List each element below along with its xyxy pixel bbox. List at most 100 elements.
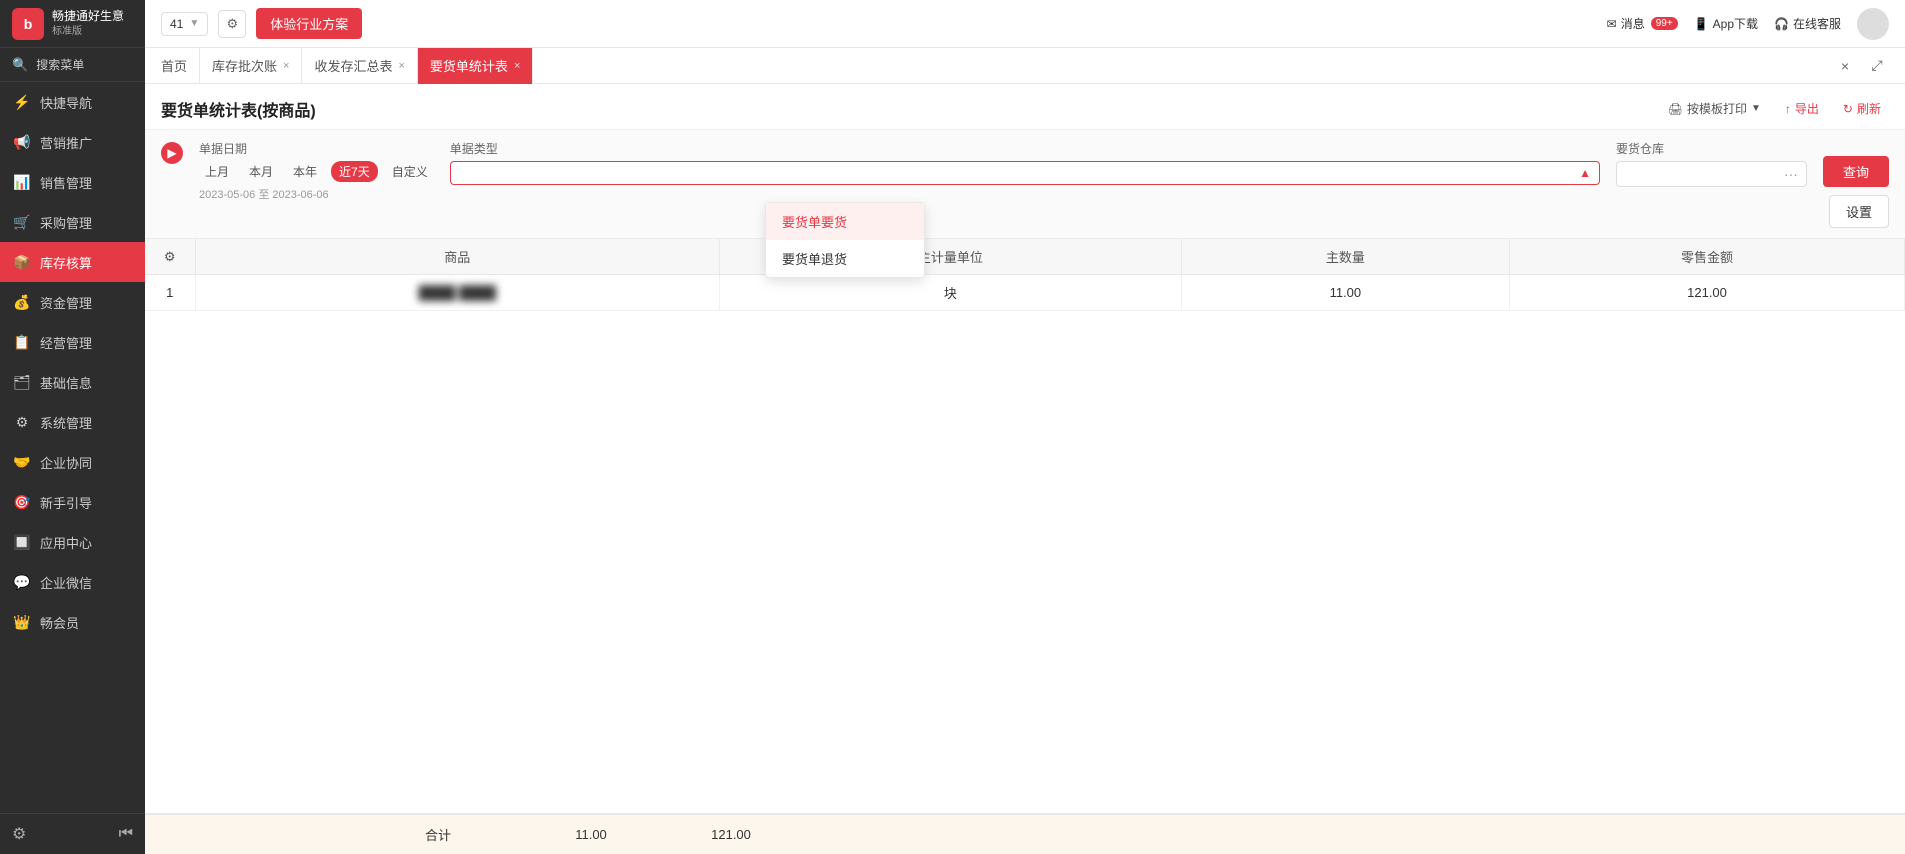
quick-icon: ⚡ (12, 92, 32, 112)
gear-icon: ⚙ (226, 16, 238, 32)
sidebar-header: b 畅捷通好生意 标准版 (0, 0, 145, 48)
date-options: 上月 本月 本年 近7天 自定义 (199, 161, 434, 182)
col-amount: 零售金额 (1510, 239, 1905, 275)
finance-icon: 💰 (12, 292, 32, 312)
query-button[interactable]: 查询 (1823, 156, 1889, 187)
app-title: 畅捷通好生意 标准版 (52, 9, 124, 38)
date-this-year[interactable]: 本年 (287, 161, 323, 182)
message-icon: ✉ (1607, 17, 1617, 31)
tab-receivable-summary-close[interactable]: × (398, 60, 404, 72)
footer-amount: 121.00 (691, 827, 771, 842)
settings-button[interactable]: 设置 (1829, 195, 1889, 228)
enterprise-icon: 🤝 (12, 452, 32, 472)
basic-icon: 🗂 (12, 372, 32, 392)
footer-quantity: 11.00 (551, 827, 631, 842)
date-filter-label: 单据日期 (199, 140, 434, 157)
marketing-icon: 📢 (12, 132, 32, 152)
sidebar-item-inventory[interactable]: 📦 库存核算 (0, 242, 145, 282)
type-filter-input-wrapper[interactable]: ▲ (450, 161, 1600, 185)
sidebar-item-sales[interactable]: 📊 销售管理 (0, 162, 145, 202)
tab-order-stats[interactable]: 要货单统计表 × (418, 48, 533, 84)
purchase-icon: 🛒 (12, 212, 32, 232)
appstore-icon: 🔲 (12, 532, 32, 552)
warehouse-filter-label: 要货仓库 (1616, 140, 1807, 157)
sidebar-item-guide[interactable]: 🎯 新手引导 (0, 482, 145, 522)
inventory-icon: 📦 (12, 252, 32, 272)
filter-actions: 查询 设置 (1823, 156, 1889, 228)
system-icon: ⚙ (12, 412, 32, 432)
gear-button[interactable]: ⚙ (218, 10, 246, 38)
type-filter-input[interactable] (459, 166, 1579, 180)
close-all-btn[interactable]: × (1833, 54, 1857, 78)
topbar-right: ✉ 消息 99+ 📱 App下载 🎧 在线客服 (1607, 8, 1889, 40)
main-area: 41 ▼ ⚙ 体验行业方案 ✉ 消息 99+ 📱 App下载 🎧 在线客服 (145, 0, 1905, 854)
date-last-month[interactable]: 上月 (199, 161, 235, 182)
sidebar-item-marketing[interactable]: 📢 营销推广 (0, 122, 145, 162)
store-selector[interactable]: 41 ▼ (161, 12, 208, 36)
warehouse-input-wrapper[interactable]: ··· (1616, 161, 1807, 187)
maximize-btn[interactable]: ⤢ (1865, 54, 1889, 78)
messages-item[interactable]: ✉ 消息 99+ (1607, 15, 1678, 32)
col-settings[interactable]: ⚙ (145, 239, 195, 275)
topbar-left: 41 ▼ ⚙ 体验行业方案 (161, 8, 362, 39)
sidebar-item-vip[interactable]: 👑 畅会员 (0, 602, 145, 642)
tab-inventory-batch[interactable]: 库存批次账 × (200, 48, 302, 84)
type-filter-group: 单据类型 ▲ (450, 140, 1600, 185)
trial-button[interactable]: 体验行业方案 (256, 8, 362, 39)
online-service-item[interactable]: 🎧 在线客服 (1774, 15, 1841, 32)
export-icon: ↑ (1785, 102, 1791, 116)
dropdown-item-order-goods[interactable]: 要货单要货 (766, 203, 924, 240)
messages-badge: 99+ (1651, 17, 1678, 30)
chevron-down-icon: ▼ (189, 18, 199, 29)
warehouse-filter-group: 要货仓库 ··· (1616, 140, 1807, 187)
tabs-actions: × ⤢ (1833, 54, 1889, 78)
sidebar-footer: ⚙ ⏮ (0, 813, 145, 854)
app-download-item[interactable]: 📱 App下载 (1694, 15, 1758, 32)
sidebar-item-system[interactable]: ⚙ 系统管理 (0, 402, 145, 442)
page-content: 要货单统计表(按商品) 🖨 按模板打印 ▼ ↑ 导出 ↻ 刷新 ▶ (145, 84, 1905, 854)
vip-icon: 👑 (12, 612, 32, 632)
settings-icon[interactable]: ⚙ (12, 824, 26, 844)
page-title: 要货单统计表(按商品) (161, 97, 316, 121)
print-btn[interactable]: 🖨 按模板打印 ▼ (1660, 96, 1769, 121)
user-avatar[interactable] (1857, 8, 1889, 40)
warehouse-input[interactable] (1625, 167, 1780, 181)
refresh-btn[interactable]: ↻ 刷新 (1835, 96, 1889, 121)
table-row: 1 ████ ████ 块 11.00 121.00 (145, 275, 1905, 311)
date-recent[interactable]: 近7天 (331, 161, 378, 182)
type-dropdown: 要货单要货 要货单退货 (765, 202, 925, 278)
sidebar-item-purchase[interactable]: 🛒 采购管理 (0, 202, 145, 242)
search-menu[interactable]: 🔍 搜索菜单 (0, 48, 145, 82)
dropdown-item-order-return[interactable]: 要货单退货 (766, 240, 924, 277)
guide-icon: 🎯 (12, 492, 32, 512)
chevron-up-icon[interactable]: ▲ (1579, 166, 1591, 180)
collapse-icon[interactable]: ⏮ (119, 825, 133, 843)
table-container: ⚙ 商品 主计量单位 主数量 零售金额 1 ████ ████ 块 11 (145, 239, 1905, 813)
app-logo: b (12, 8, 44, 40)
tab-order-stats-close[interactable]: × (514, 60, 520, 72)
page-header: 要货单统计表(按商品) 🖨 按模板打印 ▼ ↑ 导出 ↻ 刷新 (145, 84, 1905, 130)
export-btn[interactable]: ↑ 导出 (1777, 96, 1827, 121)
sidebar-item-operation[interactable]: 📋 经营管理 (0, 322, 145, 362)
date-this-month[interactable]: 本月 (243, 161, 279, 182)
operation-icon: 📋 (12, 332, 32, 352)
col-quantity: 主数量 (1181, 239, 1509, 275)
cell-quantity: 11.00 (1181, 275, 1509, 311)
date-custom[interactable]: 自定义 (386, 161, 434, 182)
cell-unit: 块 (720, 275, 1182, 311)
dots-icon[interactable]: ··· (1784, 166, 1798, 182)
sidebar-item-quick[interactable]: ⚡ 快捷导航 (0, 82, 145, 122)
filter-expand-btn[interactable]: ▶ (161, 142, 183, 164)
tab-home[interactable]: 首页 (161, 48, 200, 84)
sidebar-item-enterprise[interactable]: 🤝 企业协同 (0, 442, 145, 482)
tab-inventory-batch-close[interactable]: × (283, 60, 289, 72)
topbar: 41 ▼ ⚙ 体验行业方案 ✉ 消息 99+ 📱 App下载 🎧 在线客服 (145, 0, 1905, 48)
data-table: ⚙ 商品 主计量单位 主数量 零售金额 1 ████ ████ 块 11 (145, 239, 1905, 311)
sidebar-item-basic[interactable]: 🗂 基础信息 (0, 362, 145, 402)
sidebar: b 畅捷通好生意 标准版 🔍 搜索菜单 ⚡ 快捷导航 📢 营销推广 📊 销售管理… (0, 0, 145, 854)
print-icon: 🖨 (1668, 102, 1683, 116)
sidebar-item-wechat[interactable]: 💬 企业微信 (0, 562, 145, 602)
sidebar-item-finance[interactable]: 💰 资金管理 (0, 282, 145, 322)
tab-receivable-summary[interactable]: 收发存汇总表 × (302, 48, 417, 84)
sidebar-item-appstore[interactable]: 🔲 应用中心 (0, 522, 145, 562)
